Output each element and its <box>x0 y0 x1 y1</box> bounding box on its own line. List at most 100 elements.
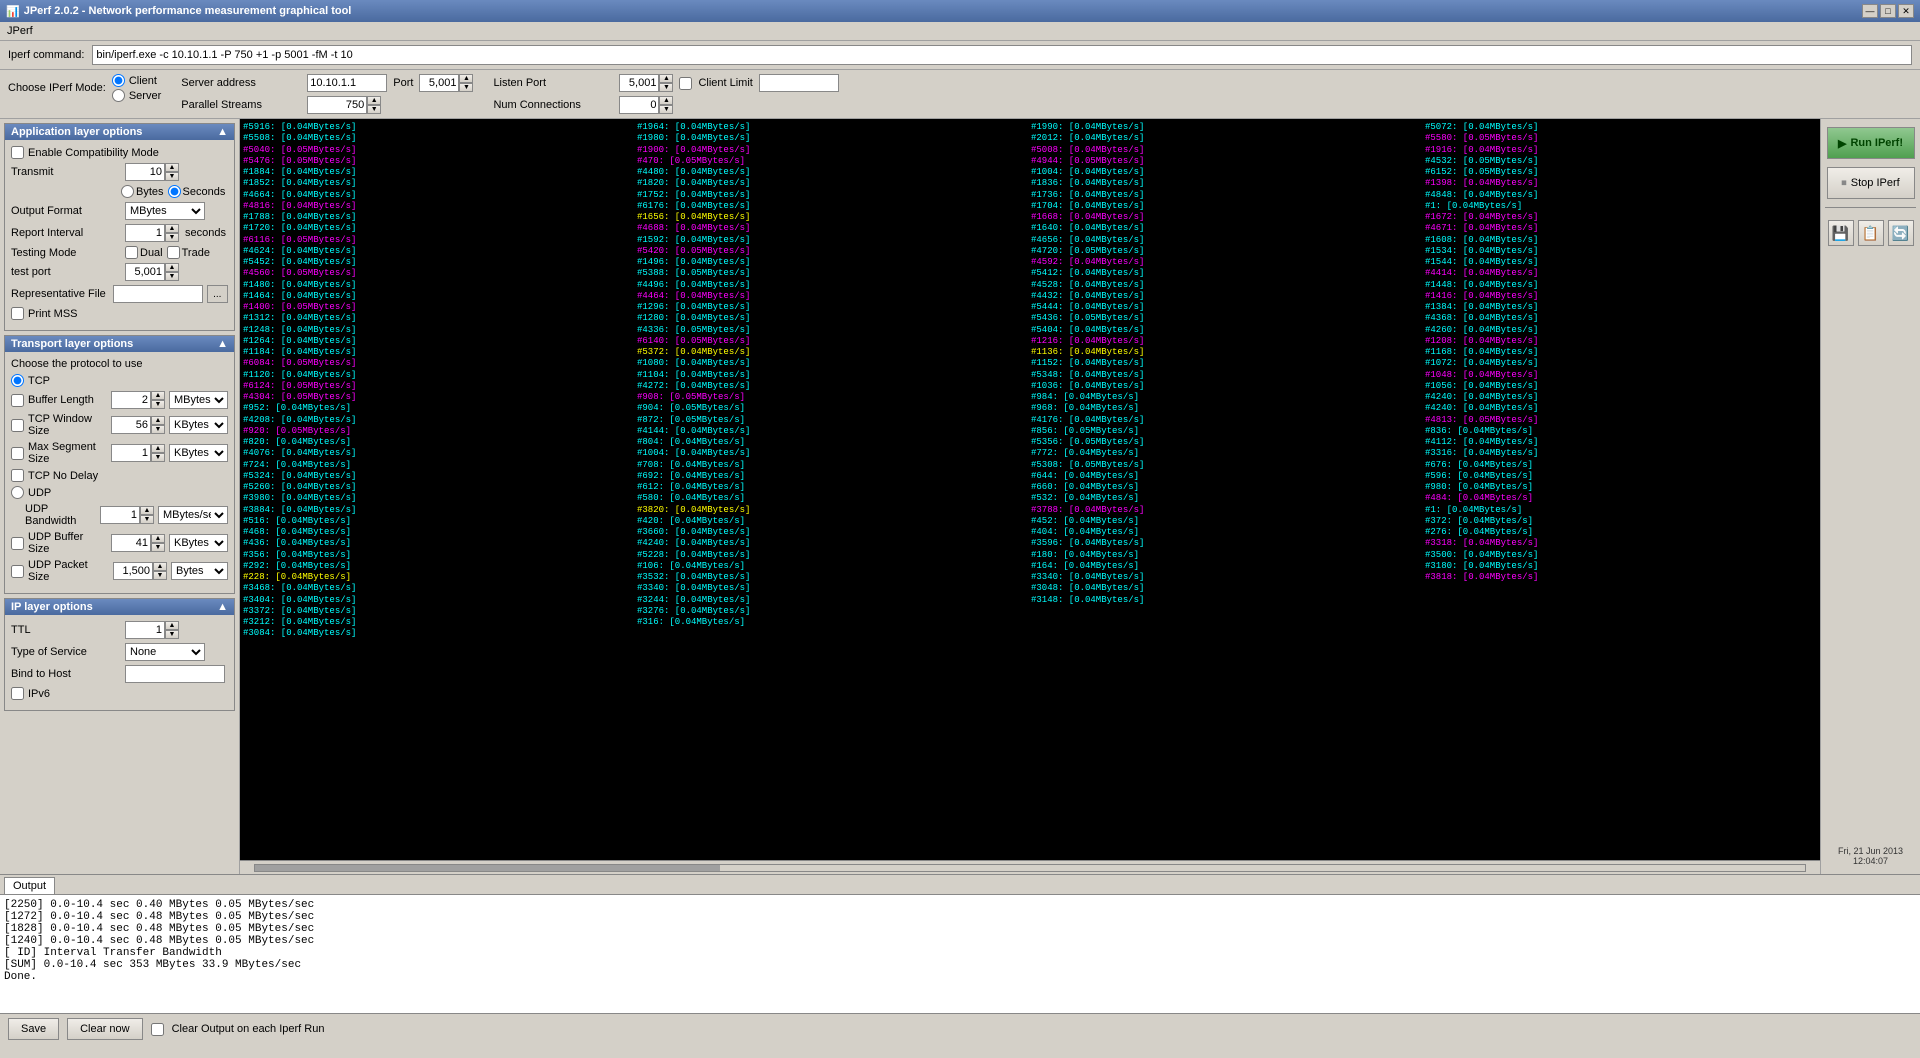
listen-port-input[interactable] <box>619 74 659 92</box>
output-format-select[interactable]: MBytes KBytes GBytes <box>125 202 205 220</box>
window-controls[interactable]: — □ ✕ <box>1862 4 1914 18</box>
buffer-length-spinner[interactable]: ▲ ▼ <box>111 391 165 409</box>
transmit-input[interactable] <box>125 163 165 181</box>
maximize-button[interactable]: □ <box>1880 4 1896 18</box>
udp-packet-down[interactable]: ▼ <box>153 571 167 580</box>
client-limit-checkbox[interactable] <box>679 77 692 90</box>
dual-checkbox-label[interactable]: Dual <box>125 246 163 259</box>
buffer-length-down[interactable]: ▼ <box>151 400 165 409</box>
close-button[interactable]: ✕ <box>1898 4 1914 18</box>
num-conn-up[interactable]: ▲ <box>659 96 673 105</box>
transmit-up[interactable]: ▲ <box>165 163 179 172</box>
port-input[interactable] <box>419 74 459 92</box>
num-connections-input[interactable] <box>619 96 659 114</box>
ttl-up[interactable]: ▲ <box>165 621 179 630</box>
udp-buffer-down[interactable]: ▼ <box>151 543 165 552</box>
run-iperf-button[interactable]: ▶ Run IPerf! <box>1827 127 1915 159</box>
transmit-spinner[interactable]: ▲ ▼ <box>125 163 179 181</box>
udp-buffer-up[interactable]: ▲ <box>151 534 165 543</box>
tcp-radio[interactable] <box>11 374 24 387</box>
tcp-window-up[interactable]: ▲ <box>151 416 165 425</box>
listen-port-spinner[interactable]: ▲ ▼ <box>619 74 673 92</box>
max-segment-down[interactable]: ▼ <box>151 453 165 462</box>
bind-to-host-input[interactable] <box>125 665 225 683</box>
tcp-window-spinner[interactable]: ▲ ▼ <box>111 416 165 434</box>
udp-buffer-input[interactable] <box>111 534 151 552</box>
udp-packet-spinner[interactable]: ▲ ▼ <box>113 562 167 580</box>
seconds-radio[interactable] <box>168 185 181 198</box>
server-address-input[interactable] <box>307 74 387 92</box>
iperf-command-input[interactable] <box>92 45 1912 65</box>
ttl-spinner[interactable]: ▲ ▼ <box>125 621 179 639</box>
ipv6-checkbox[interactable] <box>11 687 24 700</box>
seconds-radio-label[interactable]: Seconds <box>168 185 226 198</box>
udp-buffer-checkbox[interactable] <box>11 537 24 550</box>
type-of-service-select[interactable]: None <box>125 643 205 661</box>
dual-checkbox[interactable] <box>125 246 138 259</box>
tcp-window-unit-select[interactable]: KBytes MBytes <box>169 416 228 434</box>
max-segment-spinner[interactable]: ▲ ▼ <box>111 444 165 462</box>
udp-bandwidth-down[interactable]: ▼ <box>140 515 154 524</box>
udp-radio[interactable] <box>11 486 24 499</box>
listen-port-down[interactable]: ▼ <box>659 83 673 92</box>
buffer-length-checkbox[interactable] <box>11 394 24 407</box>
test-port-up[interactable]: ▲ <box>165 263 179 272</box>
client-radio-label[interactable]: Client <box>112 74 161 87</box>
udp-bandwidth-spinner[interactable]: ▲ ▼ <box>100 506 154 524</box>
ttl-input[interactable] <box>125 621 165 639</box>
representative-file-btn[interactable]: ... <box>207 285 229 303</box>
minimize-button[interactable]: — <box>1862 4 1878 18</box>
buffer-length-up[interactable]: ▲ <box>151 391 165 400</box>
save-icon-button[interactable]: 💾 <box>1828 220 1854 246</box>
transmit-down[interactable]: ▼ <box>165 172 179 181</box>
stop-iperf-button[interactable]: ⏹ Stop IPerf <box>1827 167 1915 199</box>
max-segment-input[interactable] <box>111 444 151 462</box>
udp-bandwidth-up[interactable]: ▲ <box>140 506 154 515</box>
num-connections-spinner[interactable]: ▲ ▼ <box>619 96 673 114</box>
app-layer-header[interactable]: Application layer options ▲ <box>5 124 234 140</box>
enable-compat-checkbox[interactable] <box>11 146 24 159</box>
output-tab[interactable]: Output <box>4 877 55 894</box>
udp-buffer-spinner[interactable]: ▲ ▼ <box>111 534 165 552</box>
num-conn-down[interactable]: ▼ <box>659 105 673 114</box>
bytes-radio-label[interactable]: Bytes <box>121 185 164 198</box>
buffer-length-input[interactable] <box>111 391 151 409</box>
report-interval-up[interactable]: ▲ <box>165 224 179 233</box>
client-radio[interactable] <box>112 74 125 87</box>
clear-now-button[interactable]: Clear now <box>67 1018 143 1040</box>
buffer-length-unit-select[interactable]: MBytes KBytes <box>169 391 228 409</box>
port-up[interactable]: ▲ <box>459 74 473 83</box>
parallel-up[interactable]: ▲ <box>367 96 381 105</box>
udp-bandwidth-unit-select[interactable]: MBytes/sec KBytes/sec <box>158 506 228 524</box>
parallel-streams-spinner[interactable]: ▲ ▼ <box>307 96 381 114</box>
udp-packet-input[interactable] <box>113 562 153 580</box>
udp-buffer-unit-select[interactable]: KBytes MBytes <box>169 534 228 552</box>
udp-packet-unit-select[interactable]: Bytes KBytes <box>171 562 228 580</box>
udp-packet-up[interactable]: ▲ <box>153 562 167 571</box>
trade-checkbox[interactable] <box>167 246 180 259</box>
ip-layer-header[interactable]: IP layer options ▲ <box>5 599 234 615</box>
udp-bandwidth-input[interactable] <box>100 506 140 524</box>
listen-port-up[interactable]: ▲ <box>659 74 673 83</box>
udp-radio-label[interactable]: UDP <box>11 486 51 499</box>
max-segment-unit-select[interactable]: KBytes MBytes <box>169 444 228 462</box>
server-radio[interactable] <box>112 89 125 102</box>
port-down[interactable]: ▼ <box>459 83 473 92</box>
clear-on-run-checkbox[interactable] <box>151 1023 164 1036</box>
max-segment-up[interactable]: ▲ <box>151 444 165 453</box>
print-mss-checkbox[interactable] <box>11 307 24 320</box>
report-interval-down[interactable]: ▼ <box>165 233 179 242</box>
tcp-radio-label[interactable]: TCP <box>11 374 50 387</box>
parallel-down[interactable]: ▼ <box>367 105 381 114</box>
copy-icon-button[interactable]: 📋 <box>1858 220 1884 246</box>
port-spinner[interactable]: ▲ ▼ <box>419 74 473 92</box>
bytes-radio[interactable] <box>121 185 134 198</box>
representative-file-input[interactable] <box>113 285 203 303</box>
graph-scrollbar[interactable] <box>240 860 1820 874</box>
refresh-icon-button[interactable]: 🔄 <box>1888 220 1914 246</box>
client-limit-input[interactable] <box>759 74 839 92</box>
test-port-input[interactable] <box>125 263 165 281</box>
test-port-spinner[interactable]: ▲ ▼ <box>125 263 179 281</box>
trade-checkbox-label[interactable]: Trade <box>167 246 210 259</box>
tcp-window-input[interactable] <box>111 416 151 434</box>
